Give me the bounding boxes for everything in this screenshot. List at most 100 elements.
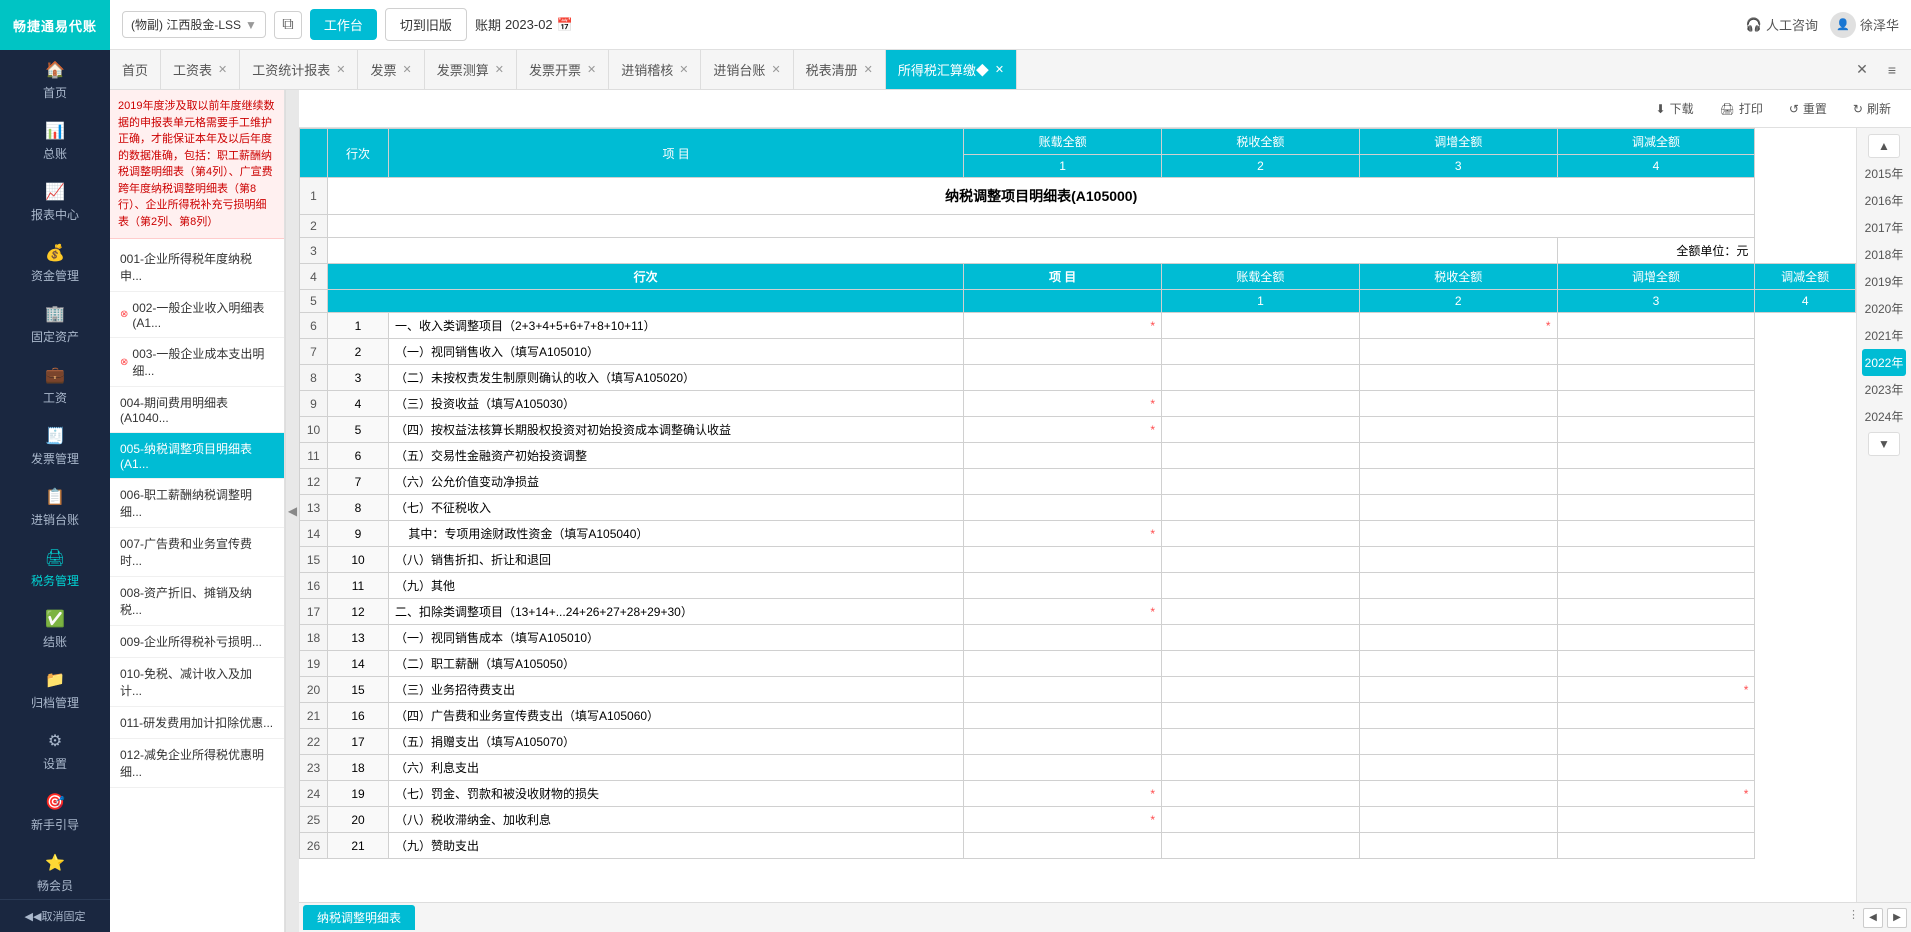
bottom-tab-adjust[interactable]: 纳税调整明细表 [303,905,415,930]
data-cell[interactable] [1557,625,1755,651]
data-cell[interactable] [1162,521,1360,547]
data-cell[interactable] [1359,703,1557,729]
data-cell[interactable] [1162,547,1360,573]
data-cell[interactable] [1359,469,1557,495]
sidebar-item-guide[interactable]: 🎯 新手引导 [0,782,110,843]
data-cell[interactable] [1359,573,1557,599]
data-cell[interactable] [964,729,1162,755]
table-wrapper[interactable]: 行次 项 目 账载全额 税收全额 调增全额 调减全额 1 2 3 [299,128,1856,902]
sidebar-item-capital[interactable]: 💰 资金管理 [0,233,110,294]
year-btn-2018[interactable]: 2018年 [1862,241,1906,268]
data-cell[interactable] [1162,625,1360,651]
data-cell[interactable] [1359,729,1557,755]
tab-close-icon[interactable]: ✕ [218,63,227,76]
tab-close-icon[interactable]: ✕ [995,63,1004,76]
data-cell[interactable]: * [964,391,1162,417]
data-cell[interactable] [1359,781,1557,807]
left-menu-item-012[interactable]: 012-减免企业所得税优惠明细... [110,739,284,788]
data-cell[interactable] [1359,599,1557,625]
data-cell[interactable] [964,833,1162,859]
sidebar-item-home[interactable]: 🏠 首页 [0,50,110,111]
year-btn-2020[interactable]: 2020年 [1862,295,1906,322]
year-btn-2021[interactable]: 2021年 [1862,322,1906,349]
scroll-right-button[interactable]: ▶ [1887,908,1907,928]
data-cell[interactable] [1162,339,1360,365]
left-menu-item-004[interactable]: 004-期间费用明细表(A1040... [110,387,284,433]
data-cell[interactable] [1162,599,1360,625]
sidebar-item-archive[interactable]: 📁 归档管理 [0,660,110,721]
data-cell[interactable] [1359,833,1557,859]
data-cell[interactable] [1359,807,1557,833]
data-cell[interactable] [1162,391,1360,417]
data-cell[interactable] [1162,365,1360,391]
tab-payroll-stats[interactable]: 工资统计报表 ✕ [240,50,358,90]
old-version-button[interactable]: 切到旧版 [385,8,467,41]
sidebar-item-general-ledger[interactable]: 📊 总账 [0,111,110,172]
data-cell[interactable] [1359,677,1557,703]
left-menu-item-007[interactable]: 007-广告费和业务宣传费时... [110,528,284,577]
data-cell[interactable] [1557,521,1755,547]
tab-close-icon[interactable]: ✕ [771,63,780,76]
data-cell[interactable] [1557,313,1755,339]
data-cell[interactable] [1557,547,1755,573]
data-cell[interactable] [1162,703,1360,729]
left-menu-item-009[interactable]: 009-企业所得税补亏损明... [110,626,284,658]
data-cell[interactable] [964,651,1162,677]
tab-close-icon[interactable]: ✕ [679,63,688,76]
data-cell[interactable] [964,573,1162,599]
company-selector[interactable]: (物副) 江西股金-LSS ▼ [122,11,266,38]
tab-close-icon[interactable]: ✕ [864,63,873,76]
data-cell[interactable] [964,547,1162,573]
data-cell[interactable] [964,495,1162,521]
data-cell[interactable] [1557,703,1755,729]
data-cell[interactable] [964,703,1162,729]
user-info[interactable]: 👤 徐泽华 [1830,12,1899,38]
tab-purchase-ledger[interactable]: 进销台账 ✕ [701,50,793,90]
data-cell[interactable] [1162,573,1360,599]
sidebar-item-fixed-assets[interactable]: 🏢 固定资产 [0,294,110,355]
data-cell[interactable] [1162,677,1360,703]
data-cell[interactable]: * [964,781,1162,807]
data-cell[interactable] [1557,651,1755,677]
user-service[interactable]: 🎧 人工咨询 [1746,15,1818,34]
year-btn-2016[interactable]: 2016年 [1862,187,1906,214]
copy-button[interactable]: ⧉ [274,11,302,39]
data-cell[interactable] [1557,495,1755,521]
close-tab-button[interactable]: ✕ [1847,55,1877,85]
data-cell[interactable] [1162,755,1360,781]
data-cell[interactable] [964,469,1162,495]
data-cell[interactable] [1557,807,1755,833]
data-cell[interactable]: * [1557,677,1755,703]
data-cell[interactable] [1162,729,1360,755]
tab-purchase-check[interactable]: 进销稽核 ✕ [609,50,701,90]
left-menu-item-010[interactable]: 010-免税、减计收入及加计... [110,658,284,707]
tab-home[interactable]: 首页 [110,50,161,90]
data-cell[interactable] [1359,339,1557,365]
sidebar-item-tax[interactable]: 🖨 税务管理 [0,538,110,599]
workbench-button[interactable]: 工作台 [310,9,377,40]
data-cell[interactable]: * [964,313,1162,339]
sidebar-item-payroll[interactable]: 💼 工资 [0,355,110,416]
tab-close-icon[interactable]: ✕ [495,63,504,76]
data-cell[interactable] [1557,833,1755,859]
data-cell[interactable] [1162,313,1360,339]
data-cell[interactable]: * [964,417,1162,443]
scroll-left-button[interactable]: ◀ [1863,908,1883,928]
data-cell[interactable] [964,443,1162,469]
data-cell[interactable] [964,677,1162,703]
data-cell[interactable] [1557,391,1755,417]
left-menu-item-005[interactable]: 005-纳税调整项目明细表(A1... [110,433,284,479]
data-cell[interactable] [1162,833,1360,859]
data-cell[interactable] [1162,807,1360,833]
data-cell[interactable] [1557,755,1755,781]
data-cell[interactable]: * [1359,313,1557,339]
year-btn-2017[interactable]: 2017年 [1862,214,1906,241]
data-cell[interactable] [1359,391,1557,417]
tab-payroll[interactable]: 工资表 ✕ [161,50,240,90]
data-cell[interactable] [1359,521,1557,547]
left-menu-item-011[interactable]: 011-研发费用加计扣除优惠... [110,707,284,739]
data-cell[interactable] [964,339,1162,365]
data-cell[interactable] [964,755,1162,781]
year-up-button[interactable]: ▲ [1868,134,1900,158]
data-cell[interactable] [1162,651,1360,677]
